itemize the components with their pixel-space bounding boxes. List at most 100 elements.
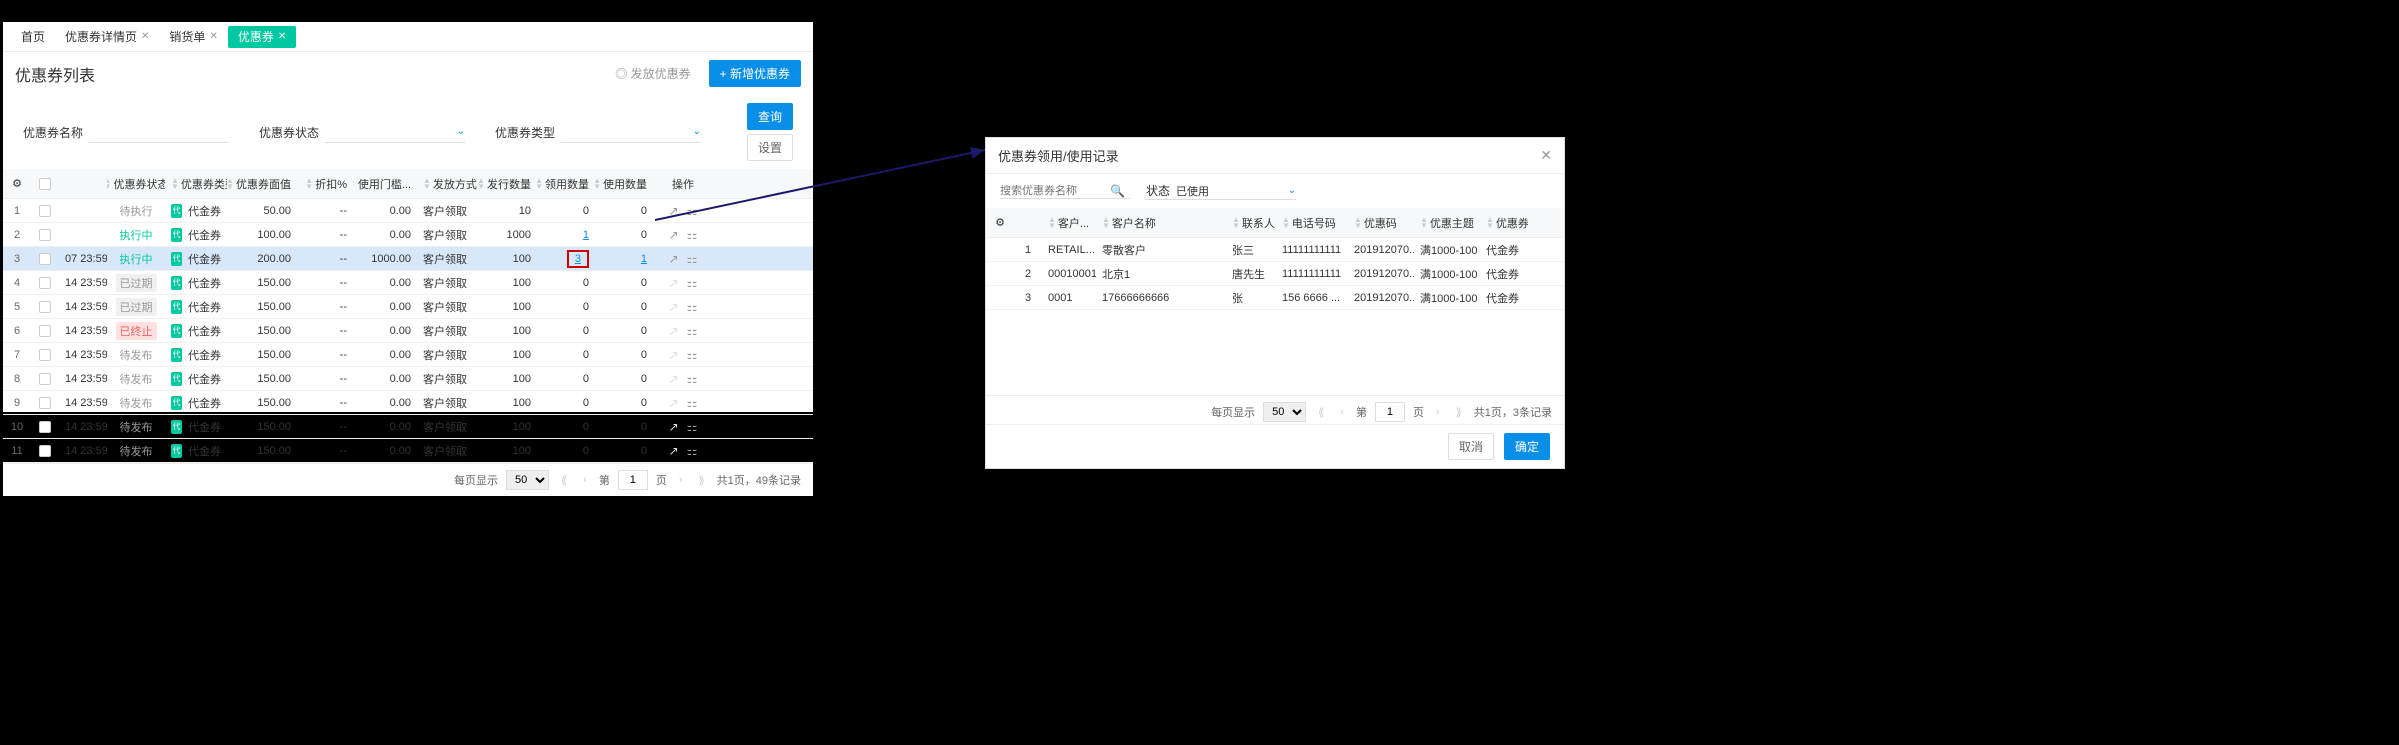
table-row[interactable]: 11 14 23:59 待发布 代代金券 150.00 -- 0.00 客户领取… [3,439,813,463]
qrcode-icon[interactable]: ⚏ [687,252,698,266]
qrcode-icon[interactable]: ⚏ [687,324,698,338]
next-page-button[interactable]: › [1432,406,1444,418]
claim-qty-link[interactable]: 1 [583,229,589,241]
status-filter[interactable]: 状态 已使用 ⌄ [1146,182,1296,200]
col-coupon-type[interactable]: ▲▼优惠券类 [1480,215,1528,231]
table-row[interactable]: 10 14 23:59 待发布 代代金券 150.00 -- 0.00 客户领取… [3,415,813,439]
prev-page-button[interactable]: ‹ [1336,406,1348,418]
col-claim-qty[interactable]: ▲▼领用数量 [537,176,595,192]
first-page-button[interactable]: ⟪ [1314,406,1328,419]
col-contact[interactable]: ▲▼联系人 [1226,215,1276,231]
col-customer-name[interactable]: ▲▼客户名称 [1096,215,1226,231]
qrcode-icon[interactable]: ⚏ [687,228,698,242]
col-method[interactable]: ▲▼发放方式 [417,176,477,192]
row-checkbox[interactable] [31,301,59,313]
row-checkbox[interactable] [31,229,59,241]
col-face-value[interactable]: ▲▼优惠券面值 [227,176,297,192]
last-page-button[interactable]: ⟫ [695,474,709,487]
col-type[interactable]: ▲▼优惠券类型 [165,176,227,192]
row-checkbox[interactable] [31,205,59,217]
page-size-select[interactable]: 50 [506,470,549,490]
search-input[interactable] [1000,185,1110,197]
gear-column[interactable]: ⚙ [3,177,31,190]
table-row[interactable]: 9 14 23:59 待发布 代代金券 150.00 -- 0.00 客户领取 … [3,391,813,415]
tab-coupon[interactable]: 优惠券✕ [228,26,296,48]
qrcode-icon[interactable]: ⚏ [687,300,698,314]
threshold-cell: 0.00 [353,229,417,241]
qrcode-icon[interactable]: ⚏ [687,396,698,410]
close-icon[interactable]: ✕ [278,26,286,48]
used-qty-link[interactable]: 1 [641,253,647,265]
first-page-button[interactable]: ⟪ [557,474,571,487]
page-number-input[interactable] [618,470,648,490]
sort-icon: ▲▼ [1048,217,1056,229]
table-row[interactable]: 5 14 23:59 已过期 代代金券 150.00 -- 0.00 客户领取 … [3,295,813,319]
page-size-select[interactable]: 50 [1263,402,1306,422]
select-all-checkbox[interactable] [31,178,59,190]
col-threshold[interactable]: ▲▼使用门槛... [353,176,417,192]
method-cell: 客户领取 [417,395,477,411]
row-checkbox[interactable] [31,445,59,457]
table-row[interactable]: 1 RETAIL... 零散客户 张三 11111111111 20191207… [986,238,1564,262]
last-page-button[interactable]: ⟫ [1452,406,1466,419]
confirm-button[interactable]: 确定 [1504,433,1550,460]
share-icon[interactable]: ↗ [669,228,679,242]
row-checkbox[interactable] [31,349,59,361]
table-row[interactable]: 4 14 23:59 已过期 代代金券 150.00 -- 0.00 客户领取 … [3,271,813,295]
row-checkbox[interactable] [31,373,59,385]
row-checkbox[interactable] [31,421,59,433]
claim-qty-link[interactable]: 3 [567,250,589,268]
col-status[interactable]: ▲▼优惠券状态 [107,176,165,192]
share-icon[interactable]: ↗ [669,252,679,266]
type-cell: 代代金券 [165,419,227,435]
filter-type-select[interactable]: ⌄ [561,121,701,143]
col-customer-code[interactable]: ▲▼客户... [1042,215,1096,231]
table-row[interactable]: 3 07 23:59 执行中 代代金券 200.00 -- 1000.00 客户… [3,247,813,271]
table-row[interactable]: 2 执行中 代代金券 100.00 -- 0.00 客户领取 1000 1 0 … [3,223,813,247]
next-page-button[interactable]: › [675,474,687,486]
row-checkbox[interactable] [31,397,59,409]
add-coupon-button[interactable]: + 新增优惠券 [709,60,801,87]
table-row[interactable]: 1 待执行 代代金券 50.00 -- 0.00 客户领取 10 0 0 ↗ ⚏ [3,199,813,223]
tab-home[interactable]: 首页 [11,26,55,48]
row-checkbox[interactable] [31,253,59,265]
gear-column[interactable]: ⚙ [986,216,1014,229]
qrcode-icon[interactable]: ⚏ [687,204,698,218]
tab-coupon-detail[interactable]: 优惠券详情页✕ [55,26,159,48]
tab-sales-order[interactable]: 销货单✕ [159,26,227,48]
qrcode-icon[interactable]: ⚏ [687,420,698,434]
claim-qty-cell: 0 [537,205,595,217]
prev-page-button[interactable]: ‹ [579,474,591,486]
share-icon[interactable]: ↗ [669,204,679,218]
table-row[interactable]: 3 0001 17666666666 张 156 6666 ... 201912… [986,286,1564,310]
col-subject[interactable]: ▲▼优惠主题 [1414,215,1480,231]
page-number-input[interactable] [1375,402,1405,422]
qrcode-icon[interactable]: ⚏ [687,444,698,458]
col-phone[interactable]: ▲▼电话号码 [1276,215,1348,231]
col-coupon-code[interactable]: ▲▼优惠码 [1348,215,1414,231]
ops-cell: ↗ ⚏ [653,204,713,218]
filter-status-select[interactable]: ⌄ [325,121,465,143]
close-icon[interactable]: ✕ [1540,147,1552,164]
settings-button[interactable]: 设置 [747,134,793,161]
used-qty-cell: 0 [595,301,653,313]
col-discount[interactable]: ▲▼折扣% [297,176,353,192]
table-row[interactable]: 6 14 23:59 已终止 代代金券 150.00 -- 0.00 客户领取 … [3,319,813,343]
filter-name-input[interactable] [89,121,229,143]
distribute-coupon-button[interactable]: ◎ 发放优惠券 [605,60,700,87]
close-icon[interactable]: ✕ [209,26,217,48]
table-row[interactable]: 2 00010001 北京1 唐先生 11111111111 201912070… [986,262,1564,286]
qrcode-icon[interactable]: ⚏ [687,372,698,386]
search-button[interactable]: 查询 [747,103,793,130]
close-icon[interactable]: ✕ [141,26,149,48]
cancel-button[interactable]: 取消 [1448,433,1494,460]
qrcode-icon[interactable]: ⚏ [687,276,698,290]
qrcode-icon[interactable]: ⚏ [687,348,698,362]
row-checkbox[interactable] [31,325,59,337]
table-row[interactable]: 7 14 23:59 待发布 代代金券 150.00 -- 0.00 客户领取 … [3,343,813,367]
col-issue-qty[interactable]: ▲▼发行数量 [477,176,537,192]
table-row[interactable]: 8 14 23:59 待发布 代代金券 150.00 -- 0.00 客户领取 … [3,367,813,391]
search-icon[interactable]: 🔍 [1110,184,1125,198]
row-checkbox[interactable] [31,277,59,289]
col-used-qty[interactable]: ▲▼使用数量 [595,176,653,192]
